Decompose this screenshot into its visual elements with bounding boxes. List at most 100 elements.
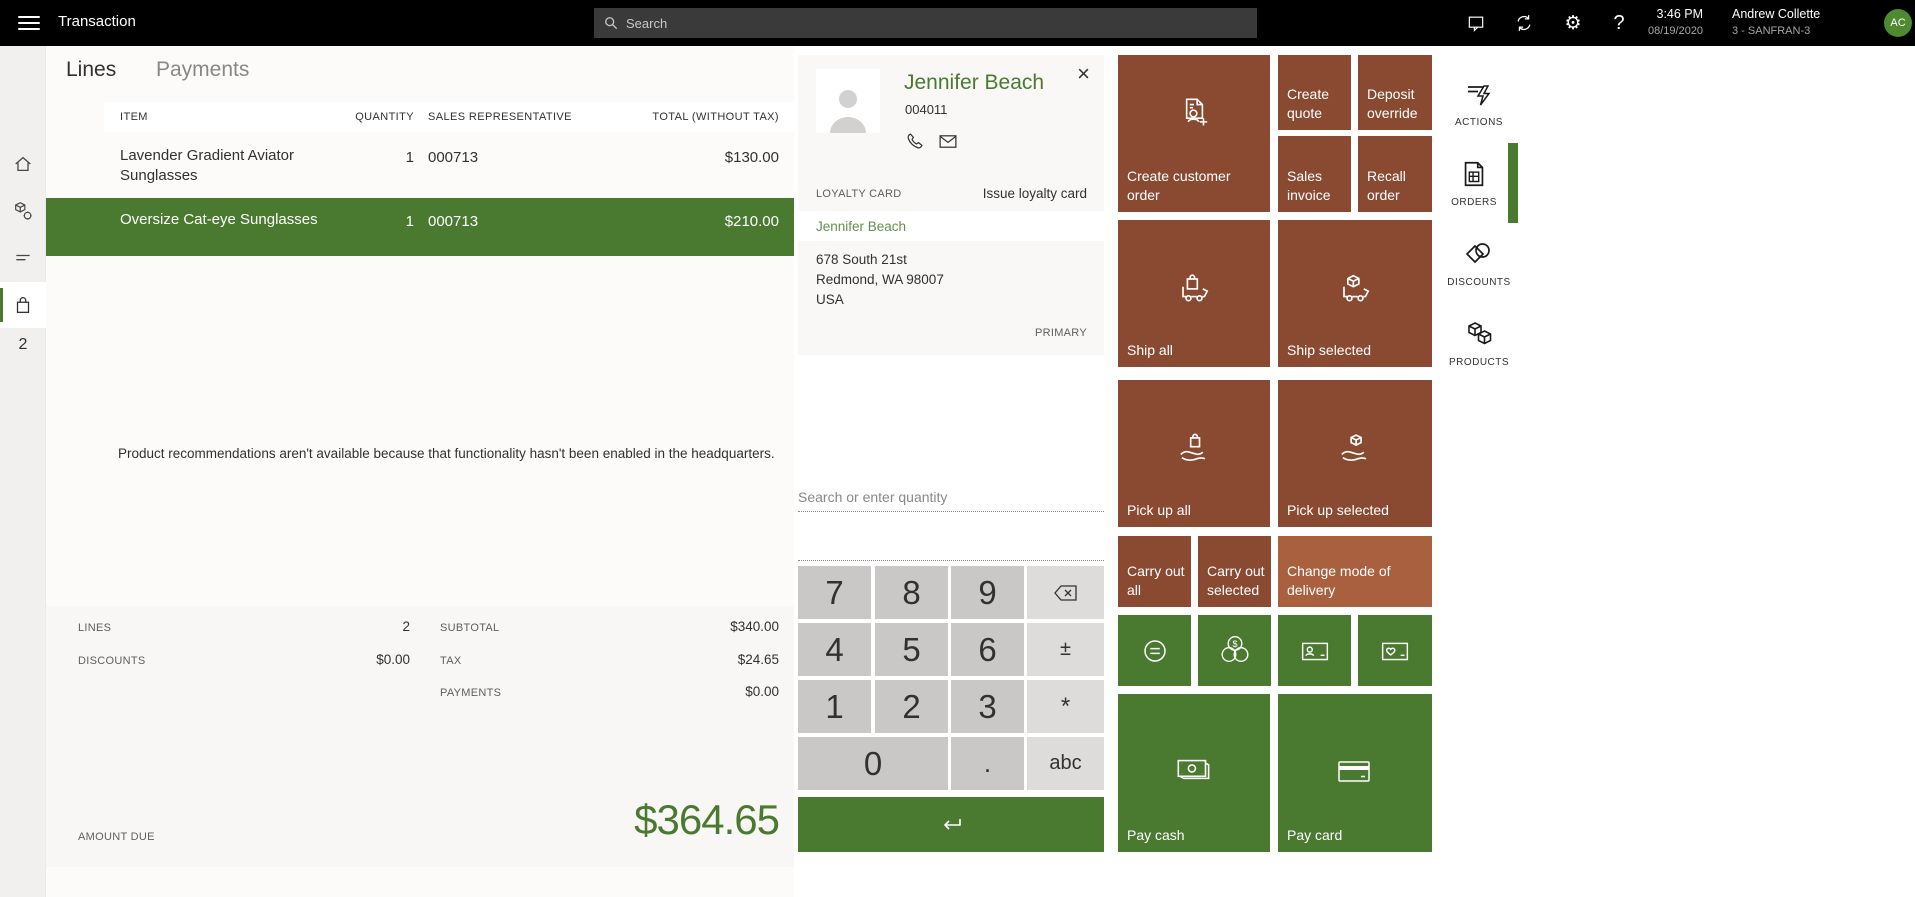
row-item-name: Oversize Cat-eye Sunglasses xyxy=(120,211,318,228)
primary-address-badge: PRIMARY xyxy=(1034,327,1087,339)
email-icon[interactable] xyxy=(937,131,959,152)
carry-out-selected-tile[interactable]: Carry out selected xyxy=(1198,536,1271,607)
global-search-box[interactable] xyxy=(594,8,1257,38)
recall-order-tile[interactable]: Recall order xyxy=(1358,136,1432,212)
numpad-key-6[interactable]: 6 xyxy=(951,623,1024,676)
table-row[interactable]: Lavender Gradient Aviator Sunglasses 1 0… xyxy=(104,134,794,192)
quantity-input[interactable] xyxy=(798,487,1104,512)
numpad-key-5[interactable]: 5 xyxy=(875,623,948,676)
search-input[interactable] xyxy=(626,15,1247,31)
avatar[interactable]: AC xyxy=(1884,9,1912,37)
nav-tab-orders[interactable]: ORDERS xyxy=(1440,143,1518,223)
payments-value: $0.00 xyxy=(745,684,779,699)
operator-name: Andrew Collette xyxy=(1732,7,1821,21)
sync-icon[interactable] xyxy=(1504,0,1544,46)
tax-label: TAX xyxy=(440,655,462,667)
sidebar-item-lines[interactable] xyxy=(0,235,46,281)
tab-lines[interactable]: Lines xyxy=(66,58,116,82)
customer-name-link-row[interactable]: Jennifer Beach xyxy=(798,211,1104,241)
top-app-bar: Transaction ⚙ ? 3:46 PM 08/19/2020 Andre… xyxy=(0,0,1915,46)
customer-name[interactable]: Jennifer Beach xyxy=(904,71,1044,95)
orders-icon xyxy=(1459,158,1489,190)
customer-name-link[interactable]: Jennifer Beach xyxy=(816,219,906,234)
numpad-key-3[interactable]: 3 xyxy=(951,680,1024,733)
multiply-key[interactable]: * xyxy=(1027,680,1104,733)
ship-selected-tile[interactable]: Ship selected xyxy=(1278,220,1432,367)
help-icon[interactable]: ? xyxy=(1599,0,1639,46)
numpad-key-8[interactable]: 8 xyxy=(875,566,948,619)
actions-icon xyxy=(1463,78,1495,110)
row-total: $210.00 xyxy=(724,213,779,230)
change-mode-of-delivery-tile[interactable]: Change mode of delivery xyxy=(1278,536,1432,607)
ship-selected-box-truck-icon xyxy=(1333,268,1377,312)
quantity-search-field[interactable] xyxy=(798,487,1104,512)
backspace-icon xyxy=(1052,582,1080,604)
account-card-icon xyxy=(1295,632,1335,670)
nav-tab-actions[interactable]: ACTIONS xyxy=(1440,63,1518,143)
customer-address: 678 South 21st Redmond, WA 98007 USA xyxy=(816,250,944,310)
numpad-key-1[interactable]: 1 xyxy=(798,680,871,733)
customer-avatar xyxy=(816,69,880,133)
plus-minus-key[interactable]: ± xyxy=(1027,623,1104,676)
loyalty-card-heart-icon xyxy=(1375,632,1415,670)
enter-key[interactable] xyxy=(798,797,1104,852)
pay-currency-tile[interactable]: $ xyxy=(1198,615,1271,686)
pay-card-tile[interactable]: Pay card xyxy=(1278,694,1432,852)
deposit-override-tile[interactable]: Deposit override xyxy=(1358,55,1432,130)
pay-exact-tile[interactable] xyxy=(1118,615,1191,686)
page-title: Transaction xyxy=(58,13,136,30)
create-customer-order-tile[interactable]: Create customer order xyxy=(1118,55,1270,212)
gear-icon[interactable]: ⚙ xyxy=(1553,0,1593,46)
discounts-label: DISCOUNTS xyxy=(78,655,146,667)
transaction-count: 2 xyxy=(18,336,28,353)
row-quantity: 1 xyxy=(405,213,414,230)
sidebar-item-inventory[interactable] xyxy=(0,188,46,234)
carry-out-all-tile[interactable]: Carry out all xyxy=(1118,536,1191,607)
customer-number: 004011 xyxy=(905,102,948,117)
pay-customer-account-tile[interactable] xyxy=(1278,615,1351,686)
row-item-name: Lavender Gradient Aviator Sunglasses xyxy=(120,147,295,184)
pay-loyalty-tile[interactable] xyxy=(1358,615,1432,686)
nav-tab-products[interactable]: PRODUCTS xyxy=(1440,303,1518,383)
pay-cash-tile[interactable]: Pay cash xyxy=(1118,694,1270,852)
tab-payments[interactable]: Payments xyxy=(156,58,249,82)
phone-icon[interactable] xyxy=(904,131,925,152)
numpad-key-7[interactable]: 7 xyxy=(798,566,871,619)
issue-loyalty-link[interactable]: Issue loyalty card xyxy=(983,186,1087,201)
nav-tab-discounts[interactable]: DISCOUNTS xyxy=(1440,223,1518,303)
operator-display[interactable]: Andrew Collette 3 - SANFRAN-3 xyxy=(1732,6,1820,39)
home-icon xyxy=(12,153,34,175)
column-item: ITEM xyxy=(120,111,148,123)
sidebar-item-transaction[interactable] xyxy=(0,282,46,328)
feedback-icon[interactable] xyxy=(1456,0,1496,46)
abc-key[interactable]: abc xyxy=(1027,737,1104,790)
table-row-selected[interactable]: Oversize Cat-eye Sunglasses 1 000713 $21… xyxy=(46,198,794,256)
numpad-key-2[interactable]: 2 xyxy=(875,680,948,733)
lines-label: LINES xyxy=(78,622,112,634)
decimal-key[interactable]: . xyxy=(951,737,1024,790)
column-total: TOTAL (WITHOUT TAX) xyxy=(652,111,779,123)
pick-up-selected-tile[interactable]: Pick up selected xyxy=(1278,380,1432,527)
customer-card: × Jennifer Beach 004011 LOYALTY CARD Iss… xyxy=(798,55,1104,355)
amount-due-value: $364.65 xyxy=(634,796,780,843)
create-quote-tile[interactable]: Create quote xyxy=(1278,55,1351,130)
row-quantity: 1 xyxy=(405,149,414,166)
numpad-key-0[interactable]: 0 xyxy=(798,737,948,790)
enter-icon xyxy=(936,813,966,837)
ship-all-tile[interactable]: Ship all xyxy=(1118,220,1270,367)
numpad-key-4[interactable]: 4 xyxy=(798,623,871,676)
hamburger-menu-icon[interactable] xyxy=(12,11,46,35)
pick-up-all-tile[interactable]: Pick up all xyxy=(1118,380,1270,527)
cart-table-header: ITEM QUANTITY SALES REPRESENTATIVE TOTAL… xyxy=(104,102,794,132)
numpad-key-9[interactable]: 9 xyxy=(951,566,1024,619)
recommendations-notice: Product recommendations aren't available… xyxy=(118,446,775,461)
sidebar-item-home[interactable] xyxy=(0,141,46,187)
discounts-value: $0.00 xyxy=(376,652,410,667)
lines-value: 2 xyxy=(402,619,410,634)
backspace-key[interactable] xyxy=(1027,566,1104,619)
address-line: USA xyxy=(816,292,844,307)
date-text: 08/19/2020 xyxy=(1648,24,1704,37)
sales-invoice-tile[interactable]: Sales invoice xyxy=(1278,136,1351,212)
close-icon[interactable]: × xyxy=(1073,59,1094,89)
tax-value: $24.65 xyxy=(737,652,779,667)
